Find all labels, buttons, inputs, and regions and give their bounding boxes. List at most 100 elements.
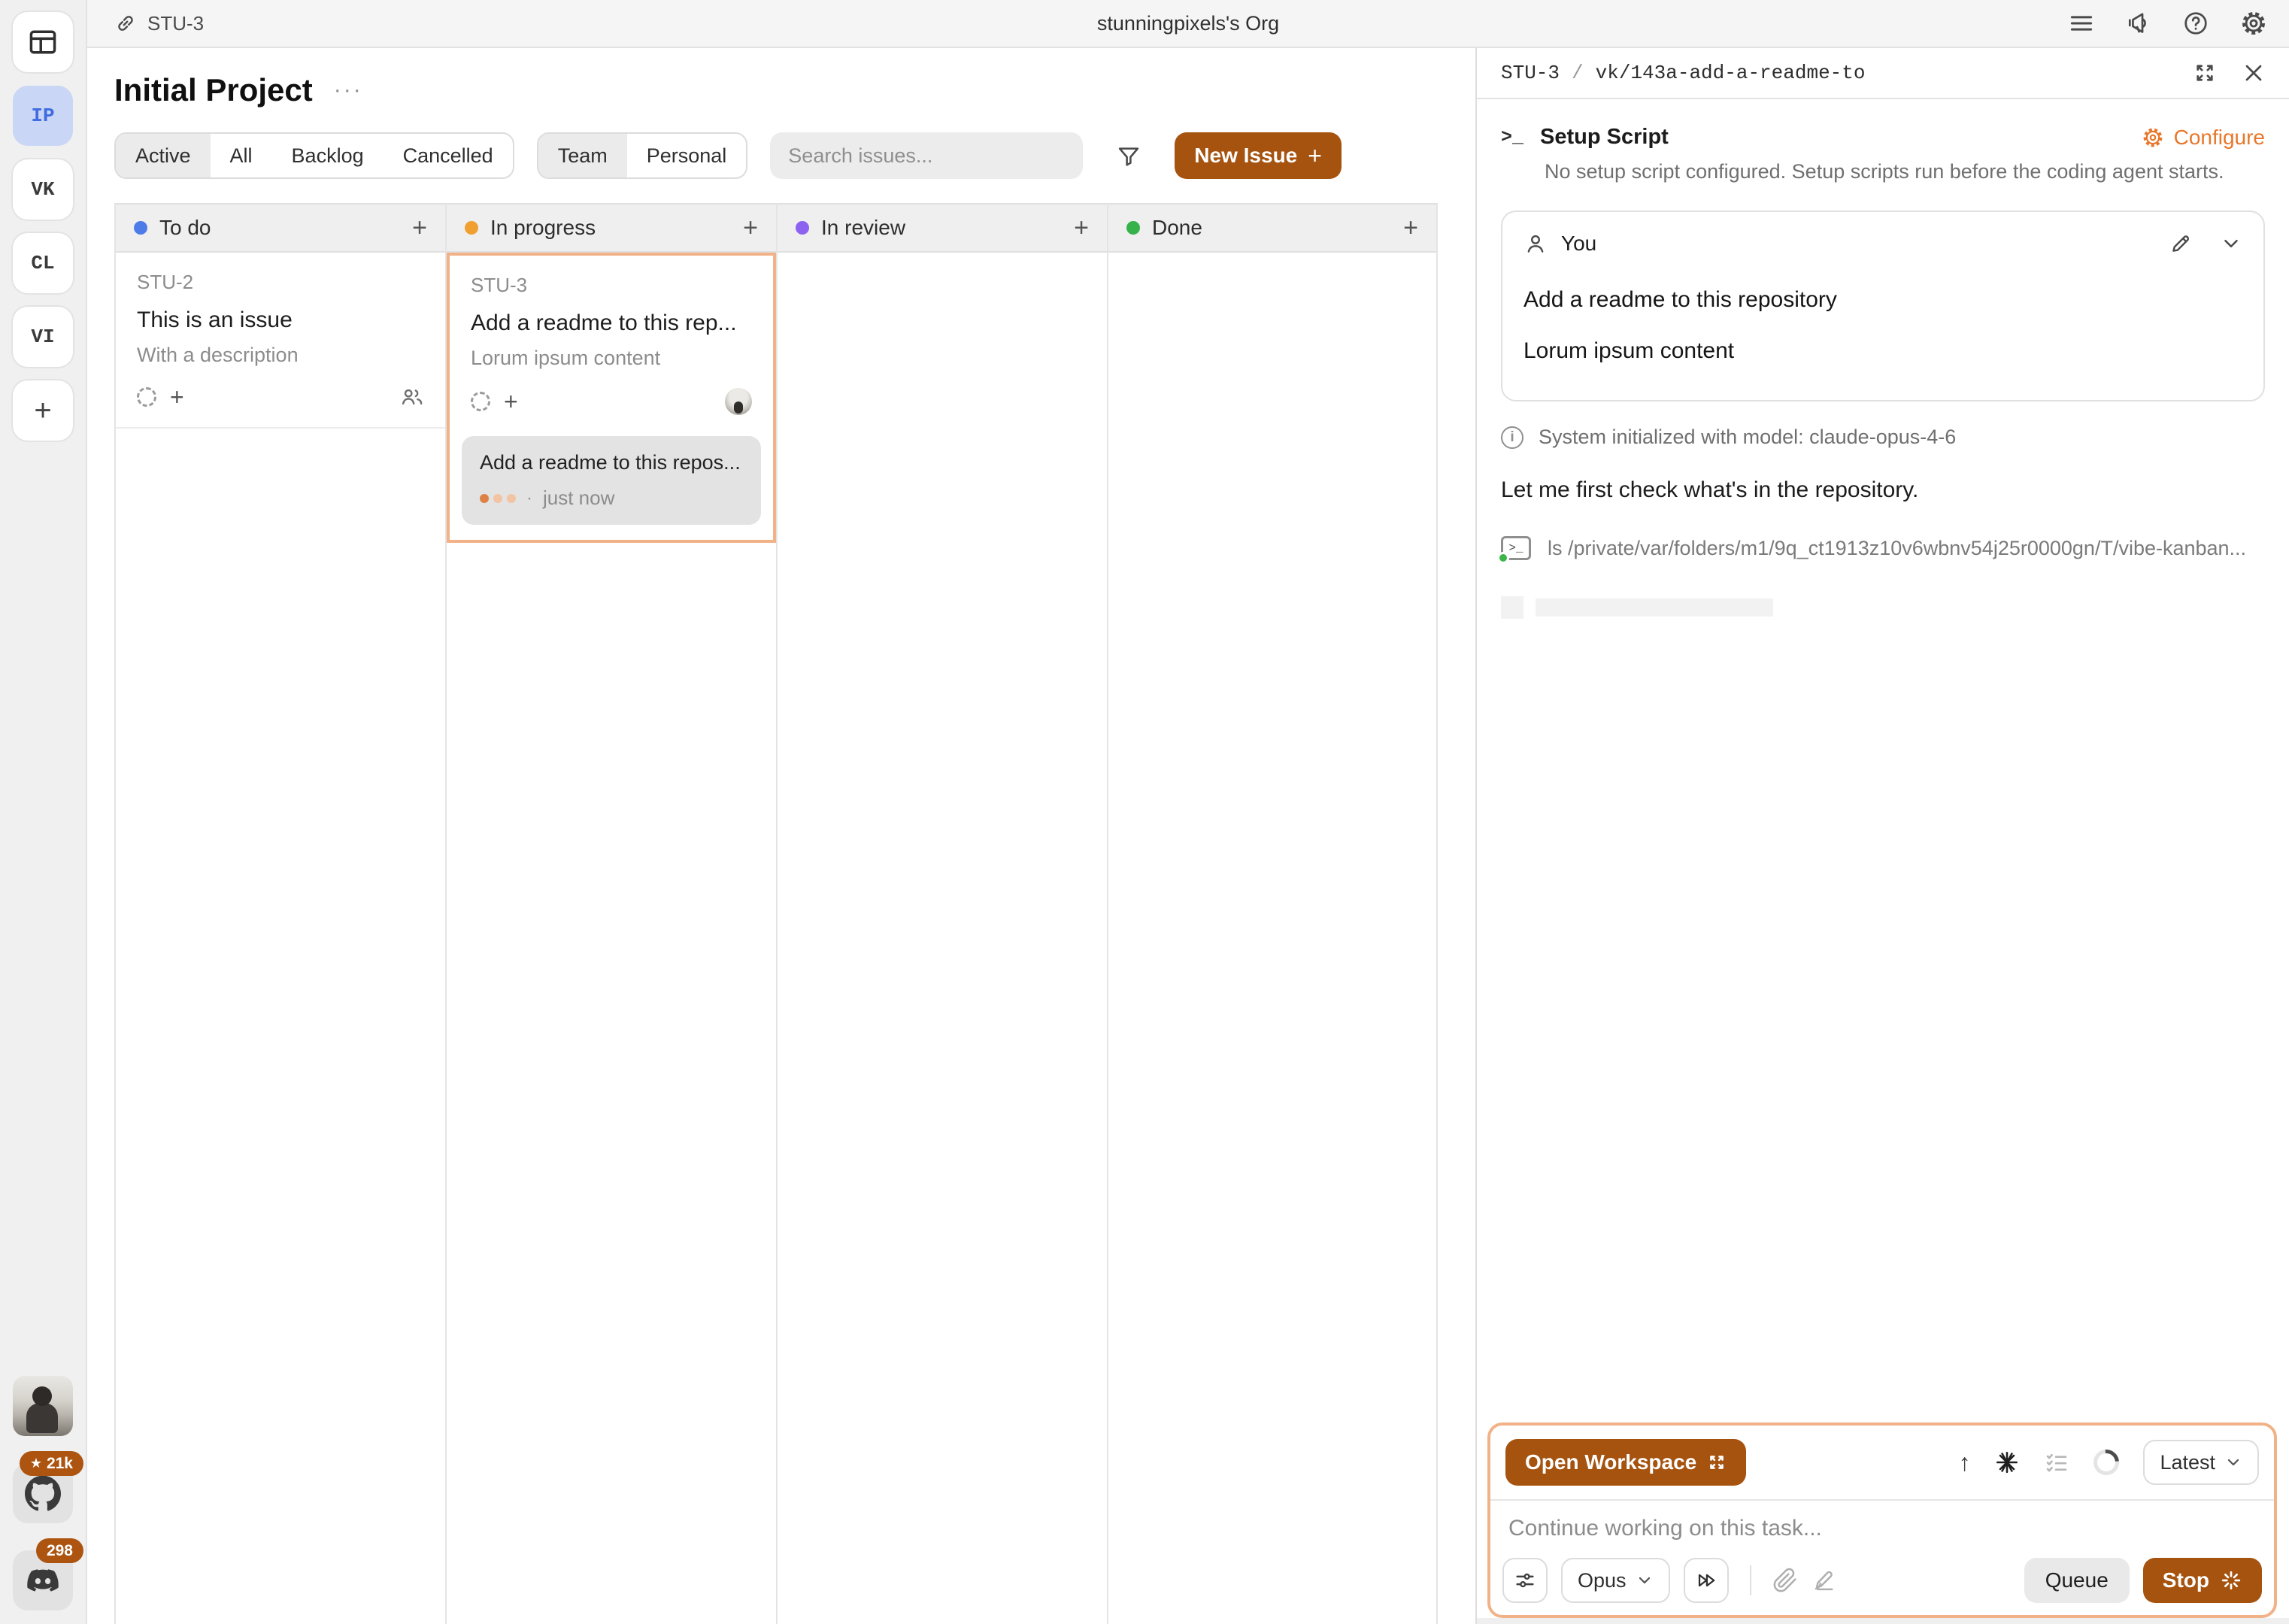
assignees-button[interactable] [400, 385, 424, 409]
assignee-avatar[interactable] [725, 388, 752, 415]
pen-icon [1811, 1568, 1837, 1593]
column-in-progress: In progress + STU-3 Add a readme to this… [445, 203, 776, 1624]
topbar: STU-3 stunningpixels's Org [87, 0, 2289, 48]
collapse-request-button[interactable] [2220, 232, 2242, 255]
column-done-header: Done + [1108, 203, 1436, 253]
status-dot-in-review [796, 221, 809, 235]
breadcrumb: STU-3 / vk/143a-add-a-readme-to [1501, 62, 2169, 84]
model-select[interactable]: Opus [1561, 1558, 1670, 1603]
filter-team[interactable]: Team [538, 134, 627, 177]
filter-all[interactable]: All [211, 134, 272, 177]
toolbar-divider [1750, 1565, 1751, 1595]
github-link-button[interactable]: ★21k [13, 1463, 73, 1523]
request-body: Lorum ipsum content [1523, 338, 2242, 364]
stop-button[interactable]: Stop [2143, 1558, 2262, 1603]
star-icon: ★ [30, 1456, 42, 1471]
help-button[interactable] [2182, 10, 2209, 37]
hamburger-icon [2068, 10, 2095, 37]
filter-personal[interactable]: Personal [627, 134, 747, 177]
edit-style-button[interactable] [1811, 1568, 1837, 1593]
filter-active[interactable]: Active [116, 134, 211, 177]
project-tile-cl[interactable]: CL [13, 233, 73, 293]
edit-request-button[interactable] [2169, 232, 2193, 256]
expand-panel-button[interactable] [2193, 61, 2217, 85]
tasks-button[interactable] [2044, 1450, 2069, 1475]
running-dot-icon [1497, 552, 1509, 564]
org-title: stunningpixels's Org [87, 12, 2289, 35]
search-input[interactable] [770, 132, 1083, 179]
card-add-icon[interactable]: + [504, 389, 518, 414]
column-in-review: In review + [776, 203, 1107, 1624]
scroll-to-top-button[interactable]: ↑ [1958, 1450, 1970, 1474]
attempt-chip[interactable]: Add a readme to this repos... · [462, 436, 761, 525]
fast-forward-icon [1695, 1569, 1718, 1592]
person-icon [1523, 232, 1548, 256]
expand-icon [1707, 1453, 1727, 1472]
issue-link[interactable]: STU-3 [114, 12, 204, 35]
loading-spinner-icon [2088, 1444, 2124, 1480]
add-card-in-progress-button[interactable]: + [743, 215, 758, 241]
pencil-icon [2169, 232, 2193, 256]
skip-button[interactable] [1684, 1558, 1729, 1603]
boards-home-button[interactable] [13, 12, 73, 72]
link-icon [114, 12, 137, 35]
burst-icon [1994, 1450, 2020, 1475]
breadcrumb-issue[interactable]: STU-3 [1501, 62, 1560, 84]
spinner-burst-icon [2220, 1569, 2242, 1592]
add-card-in-review-button[interactable]: + [1074, 215, 1089, 241]
version-select[interactable]: Latest [2143, 1440, 2259, 1485]
discord-link-button[interactable]: 298 [13, 1550, 73, 1610]
panel-bottom-strip [1477, 1618, 2289, 1624]
menu-button[interactable] [2068, 10, 2095, 37]
project-tile-ip[interactable]: IP [13, 86, 73, 146]
new-issue-button[interactable]: New Issue+ [1175, 132, 1342, 179]
configure-setup-link[interactable]: Configure [2141, 126, 2265, 150]
announcements-button[interactable] [2125, 10, 2152, 37]
close-panel-button[interactable] [2242, 62, 2265, 84]
status-dot-todo [134, 221, 147, 235]
command-row[interactable]: >_ ls /private/var/folders/m1/9q_ct1913z… [1501, 536, 2265, 560]
attach-file-button[interactable] [1772, 1568, 1798, 1593]
issue-card-stu2[interactable]: STU-2 This is an issue With a descriptio… [116, 253, 445, 429]
filter-cancelled[interactable]: Cancelled [384, 134, 513, 177]
todo-status-circle-icon[interactable] [471, 392, 490, 411]
todo-status-circle-icon[interactable] [137, 387, 156, 407]
app-window: IP VK CL VI + ★21k 298 [0, 0, 2289, 1624]
issue-card-stu3-selected[interactable]: STU-3 Add a readme to this rep... Lorum … [447, 253, 776, 543]
discord-icon [25, 1562, 61, 1598]
layout-board-icon [26, 26, 59, 59]
filter-button[interactable] [1116, 143, 1141, 168]
filter-backlog[interactable]: Backlog [272, 134, 384, 177]
open-workspace-button[interactable]: Open Workspace [1505, 1439, 1746, 1486]
breadcrumb-branch[interactable]: vk/143a-add-a-readme-to [1596, 62, 1866, 84]
chevron-down-icon [2220, 232, 2242, 255]
megaphone-icon [2125, 10, 2152, 37]
paperclip-icon [1772, 1568, 1798, 1593]
request-author: You [1561, 232, 2155, 256]
status-dot-in-progress [465, 221, 478, 235]
system-message-row: i System initialized with model: claude-… [1501, 426, 2265, 449]
checklist-icon [2044, 1450, 2069, 1475]
message-input[interactable]: Continue working on this task... [1490, 1501, 2274, 1558]
system-message: System initialized with model: claude-op… [1539, 426, 1956, 449]
card-add-icon[interactable]: + [170, 385, 184, 409]
info-icon: i [1501, 426, 1523, 449]
page-title: Initial Project [114, 72, 313, 108]
status-dot-done [1126, 221, 1140, 235]
terminal-icon: >_ [1501, 536, 1531, 560]
add-card-todo-button[interactable]: + [412, 215, 427, 241]
project-tile-vi[interactable]: VI [13, 307, 73, 367]
help-circle-icon [2182, 10, 2209, 37]
settings-button[interactable] [2239, 9, 2268, 38]
composer-settings-button[interactable] [1502, 1558, 1548, 1603]
spark-button[interactable] [1994, 1450, 2020, 1475]
queue-button[interactable]: Queue [2024, 1558, 2130, 1603]
running-progress-dots-icon [480, 494, 516, 503]
user-avatar[interactable] [13, 1376, 73, 1436]
agent-message: Let me first check what's in the reposit… [1501, 477, 2265, 503]
add-project-button[interactable]: + [13, 380, 73, 441]
project-tile-vk[interactable]: VK [13, 159, 73, 220]
kanban-board: Initial Project ··· Active All Backlog C… [87, 48, 1475, 1624]
project-more-menu-icon[interactable]: ··· [334, 77, 363, 103]
add-card-done-button[interactable]: + [1403, 215, 1418, 241]
